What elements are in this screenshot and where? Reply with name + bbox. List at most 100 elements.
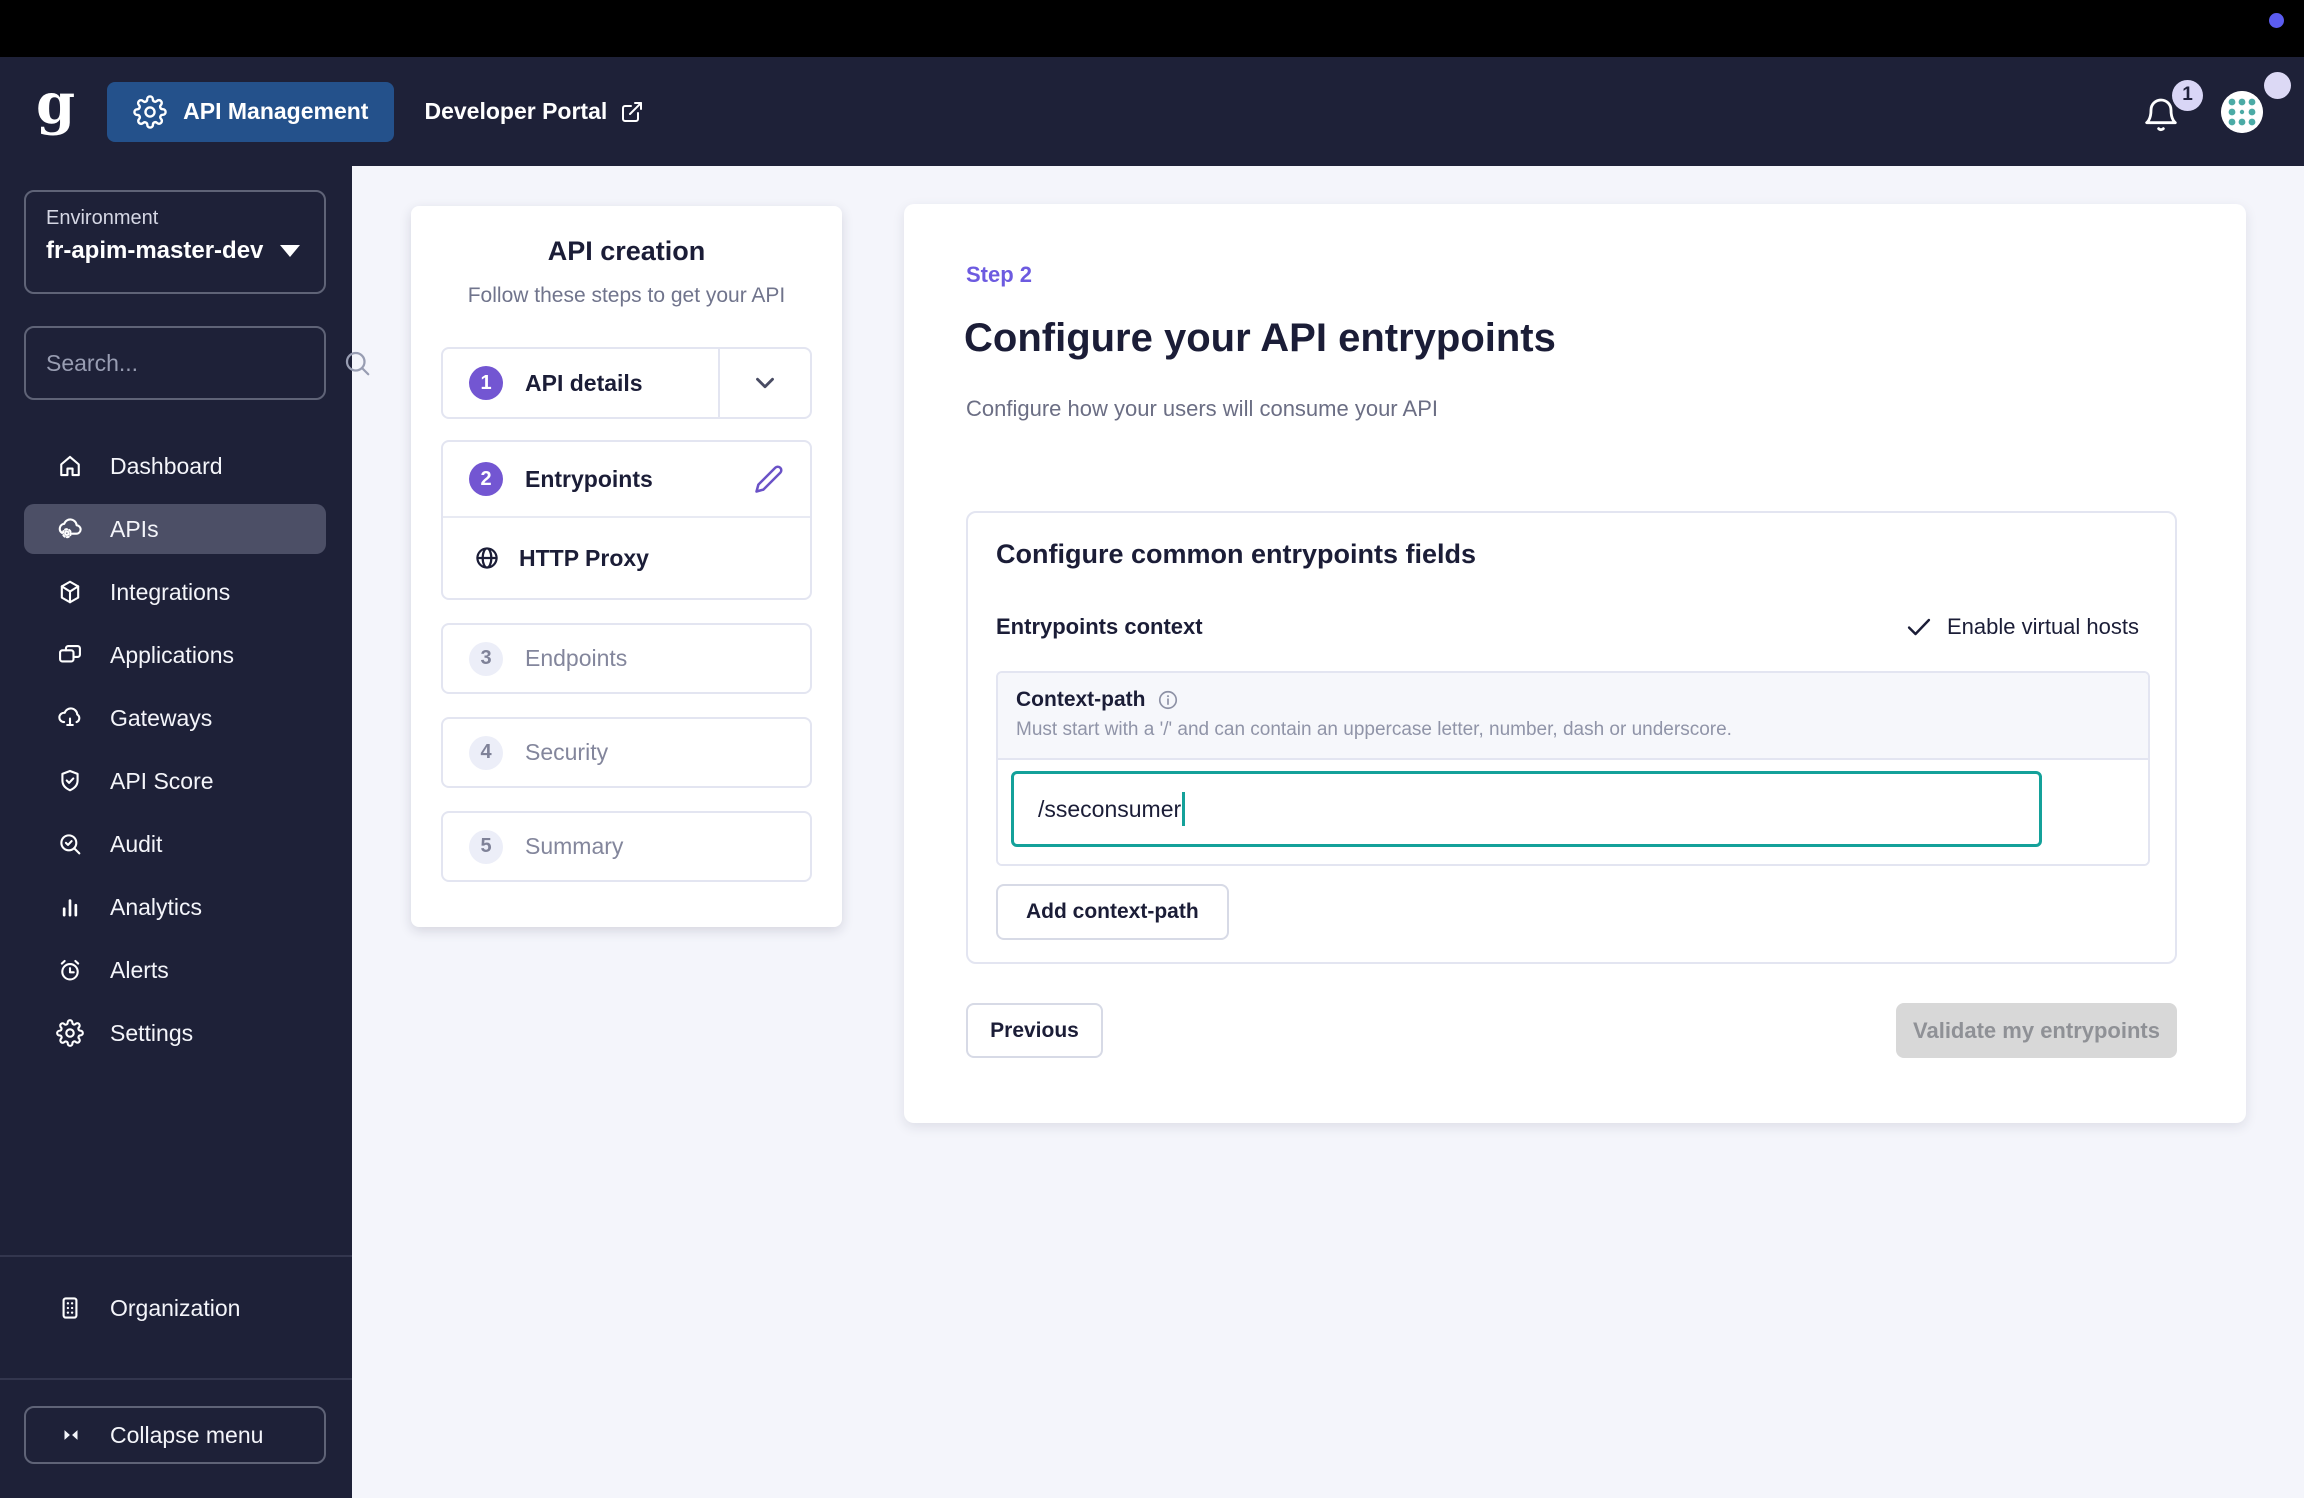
context-path-value: /sseconsumer (1038, 795, 1182, 822)
step-endpoints: 3 Endpoints (441, 623, 812, 694)
collapse-arrows-icon (58, 1422, 84, 1448)
sidebar-divider (0, 1255, 352, 1257)
alarm-clock-icon (56, 956, 84, 984)
previous-button[interactable]: Previous (966, 1003, 1103, 1058)
context-path-field-group: Context-path Must start with a '/' and c… (996, 671, 2150, 866)
api-management-button[interactable]: API Management (107, 81, 395, 142)
notification-badge: 1 (2172, 79, 2203, 111)
step-label: Security (525, 739, 609, 765)
avatar-identicon (2221, 90, 2263, 133)
external-link-icon (620, 100, 644, 124)
context-path-hint: Must start with a '/' and can contain an… (1016, 719, 1732, 740)
search-input[interactable] (46, 349, 342, 377)
sidebar-item-dashboard[interactable]: Dashboard (24, 441, 326, 491)
sidebar-search[interactable] (24, 326, 370, 400)
step-label: API details (525, 369, 643, 396)
sidebar-item-label: Alerts (110, 956, 169, 983)
step-security: 4 Security (441, 717, 812, 788)
step-number: 2 (469, 462, 503, 496)
step-label: Summary (525, 833, 624, 859)
stepper-subtitle: Follow these steps to get your API (467, 284, 786, 307)
developer-portal-label: Developer Portal (424, 98, 608, 124)
entrypoints-config-panel: Step 2 Configure your API entrypoints Co… (904, 204, 2246, 1123)
collapse-menu-label: Collapse menu (110, 1421, 264, 1448)
sidebar-item-label: Organization (110, 1294, 241, 1321)
enable-virtual-hosts-label: Enable virtual hosts (1947, 614, 2139, 639)
sidebar-item-audit[interactable]: Audit (24, 819, 326, 869)
gear-icon (56, 1019, 84, 1047)
sidebar-item-label: Integrations (110, 578, 231, 605)
step-expand-button[interactable] (718, 349, 810, 417)
sidebar-item-api-score[interactable]: API Score (24, 756, 326, 806)
home-icon (56, 452, 84, 480)
sidebar-item-label: Dashboard (110, 452, 223, 479)
step-summary: 5 Summary (441, 811, 812, 882)
cube-icon (56, 578, 84, 606)
environment-selector[interactable]: Environment fr-apim-master-dev (24, 190, 326, 294)
developer-portal-link[interactable]: Developer Portal (424, 98, 644, 125)
add-context-path-button[interactable]: Add context-path (996, 884, 1229, 940)
gear-badge-icon (133, 94, 167, 129)
edit-step-button[interactable] (754, 464, 784, 494)
chevron-down-icon (750, 368, 780, 398)
sidebar-item-integrations[interactable]: Integrations (24, 567, 326, 617)
context-path-label: Context-path (1016, 688, 1146, 711)
sidebar-item-label: Settings (110, 1019, 194, 1046)
enable-virtual-hosts-toggle[interactable]: Enable virtual hosts (1905, 613, 2139, 641)
building-icon (56, 1294, 84, 1322)
step-number: 4 (469, 735, 503, 770)
app-windows-icon (56, 641, 84, 669)
common-entrypoints-section: Configure common entrypoints fields Entr… (966, 511, 2177, 964)
os-top-strip (0, 0, 2304, 57)
context-path-input[interactable]: /sseconsumer (1011, 771, 2042, 847)
sidebar-item-alerts[interactable]: Alerts (24, 945, 326, 995)
sidebar-item-organization[interactable]: Organization (24, 1283, 326, 1333)
section-title: Configure common entrypoints fields (996, 539, 1477, 569)
step-entrypoints: 2 Entrypoints HTTP Proxy (441, 440, 812, 600)
sidebar-item-label: Applications (110, 641, 235, 668)
page-title: Configure your API entrypoints (964, 316, 1556, 360)
sidebar-item-settings[interactable]: Settings (24, 1008, 326, 1058)
step-label: Entrypoints (525, 465, 653, 492)
step-indicator: Step 2 (966, 262, 1033, 287)
shield-check-icon (56, 767, 84, 795)
sidebar-item-label: Audit (110, 830, 163, 857)
stepper-title: API creation (547, 236, 706, 266)
api-management-label: API Management (183, 98, 369, 124)
substep-label: HTTP Proxy (519, 544, 649, 571)
check-icon (1905, 613, 1933, 641)
notifications-button[interactable]: 1 (2141, 79, 2203, 136)
search-icon (342, 348, 372, 378)
sidebar-nav: Dashboard APIs Integrations Applications… (24, 441, 326, 1071)
info-icon[interactable] (1157, 689, 1179, 711)
sidebar-item-gateways[interactable]: Gateways (24, 693, 326, 743)
user-avatar[interactable] (2221, 90, 2263, 133)
chevron-down-caret (280, 245, 300, 257)
sidebar-item-apis[interactable]: APIs (24, 504, 326, 554)
entrypoints-context-label: Entrypoints context (996, 614, 1203, 639)
text-caret (1182, 792, 1186, 826)
bar-chart-icon (56, 893, 84, 921)
sidebar-item-applications[interactable]: Applications (24, 630, 326, 680)
substep-http-proxy[interactable]: HTTP Proxy (443, 518, 810, 598)
step-number: 5 (469, 829, 503, 864)
pencil-icon (754, 464, 784, 494)
validate-entrypoints-button[interactable]: Validate my entrypoints (1896, 1003, 2177, 1058)
step-number: 1 (469, 366, 503, 400)
sidebar: Environment fr-apim-master-dev Dashboard… (0, 166, 370, 1498)
sidebar-item-analytics[interactable]: Analytics (24, 882, 326, 932)
sidebar-item-label: Analytics (110, 893, 203, 920)
page-subtitle: Configure how your users will consume yo… (966, 396, 1438, 421)
sidebar-item-label: API Score (110, 767, 214, 794)
sidebar-item-label: APIs (110, 515, 159, 542)
gravitee-logo[interactable]: g (36, 76, 75, 132)
api-creation-stepper: API creation Follow these steps to get y… (411, 206, 842, 927)
sidebar-item-label: Gateways (110, 704, 213, 731)
avatar-extra-circle (2264, 72, 2291, 99)
app-topbar: g API Management Developer Portal 1 (0, 57, 2304, 166)
magnifier-check-icon (56, 830, 84, 858)
collapse-menu-button[interactable]: Collapse menu (24, 1406, 326, 1464)
cloud-api-icon (56, 515, 84, 543)
step-api-details: 1 API details (441, 347, 812, 419)
environment-label: Environment (46, 207, 159, 229)
